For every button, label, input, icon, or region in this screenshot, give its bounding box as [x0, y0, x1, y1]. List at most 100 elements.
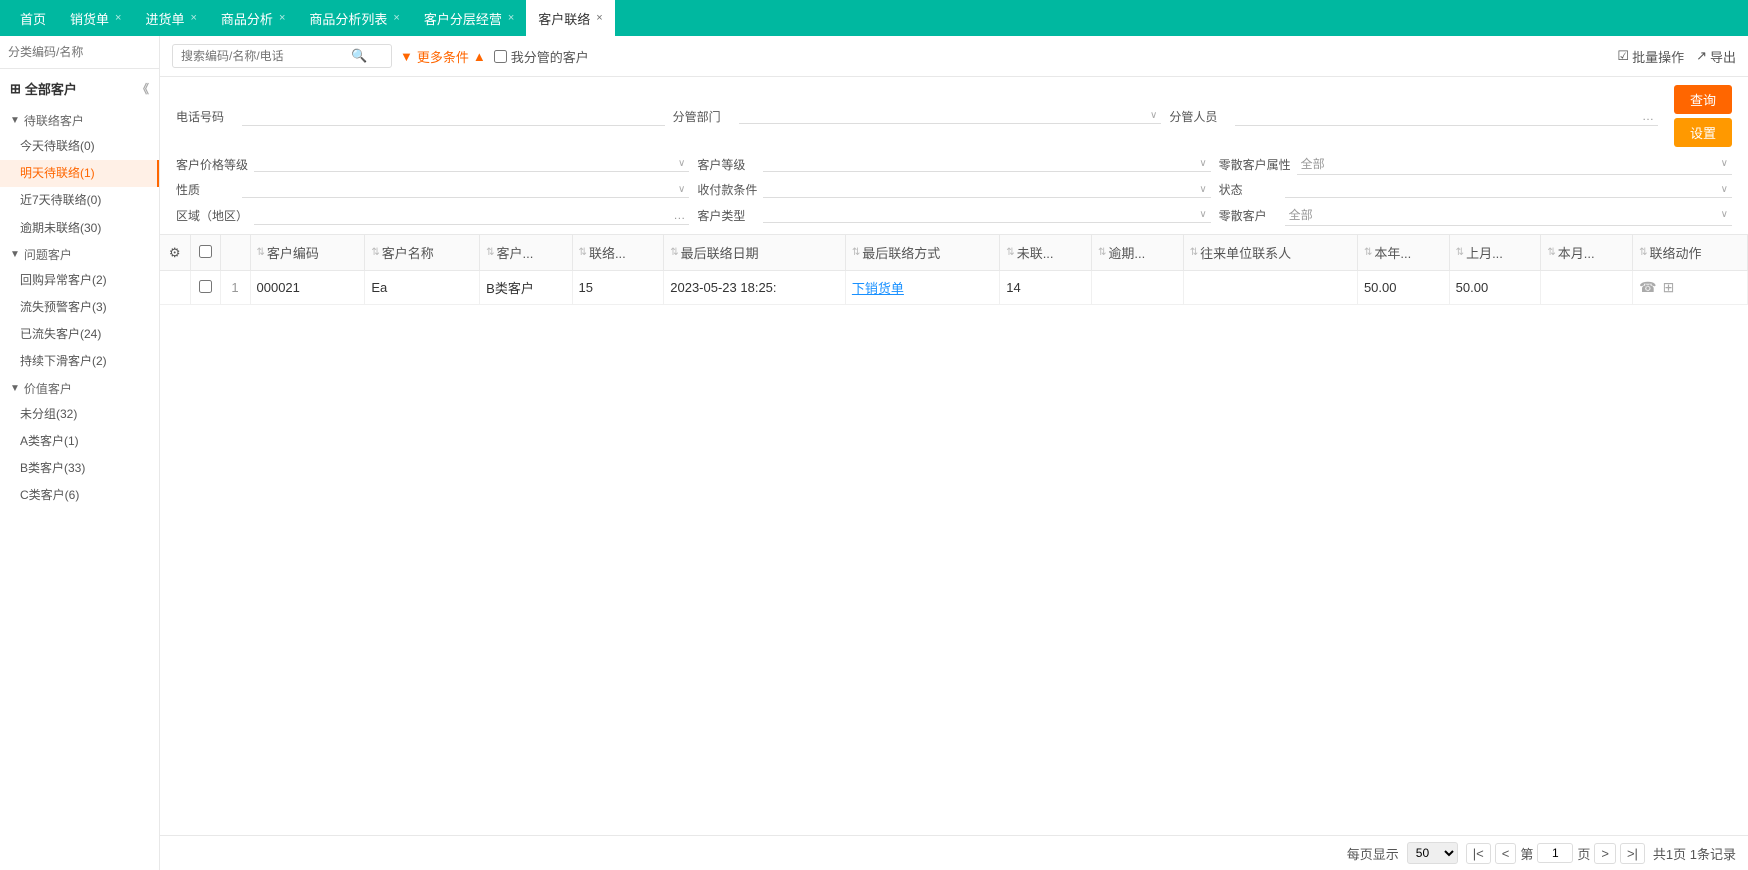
top-nav: 首页销货单×进货单×商品分析×商品分析列表×客户分层经营×客户联络× — [0, 0, 1748, 36]
page-suffix: 页 — [1577, 844, 1590, 863]
filter-select-客户类型[interactable]: ∨ — [763, 207, 1210, 223]
gear-icon[interactable]: ⚙ — [169, 245, 181, 260]
nav-item-进货单[interactable]: 进货单× — [133, 0, 208, 36]
chevron-down-icon: ∨ — [1199, 158, 1206, 169]
filter-cell-0-1: 分管部门∨ — [673, 108, 1162, 125]
nav-item-首页[interactable]: 首页 — [8, 0, 58, 36]
export-icon: ↗ — [1696, 48, 1707, 64]
row-gear-cell — [160, 271, 190, 305]
sort-icon: ⇅ — [579, 247, 587, 258]
my-customer-checkbox[interactable] — [494, 50, 507, 63]
total-label: 共1页 1条记录 — [1653, 844, 1736, 863]
sidebar-item-B类客户(33)[interactable]: B类客户(33) — [0, 455, 159, 482]
close-icon[interactable]: × — [393, 12, 399, 24]
sidebar-group-待联络客户[interactable]: ▼待联络客户 — [0, 108, 159, 133]
chevron-down-icon: ∨ — [1150, 110, 1157, 121]
sidebar-item-回购异常客户(2)[interactable]: 回购异常客户(2) — [0, 267, 159, 294]
filter-label-分管人员: 分管人员 — [1169, 108, 1229, 125]
page-input[interactable] — [1537, 843, 1573, 863]
export-btn[interactable]: ↗ 导出 — [1696, 47, 1736, 66]
filter-btn-label: 更多条件 — [417, 47, 469, 66]
sort-icon: ⇅ — [1456, 247, 1464, 258]
nav-item-销货单[interactable]: 销货单× — [58, 0, 133, 36]
filter-action-col: 查询设置 — [1674, 85, 1732, 147]
sidebar-item-今天待联络(0)[interactable]: 今天待联络(0) — [0, 133, 159, 160]
sidebar-item-A类客户(1)[interactable]: A类客户(1) — [0, 428, 159, 455]
cell-actions: ☎ ⊞ — [1639, 279, 1741, 296]
query-button[interactable]: 查询 — [1674, 85, 1732, 114]
nav-item-商品分析列表[interactable]: 商品分析列表× — [297, 0, 411, 36]
search-input[interactable] — [181, 49, 351, 63]
sort-icon: ⇅ — [1364, 247, 1372, 258]
pager-last-btn[interactable]: >| — [1620, 843, 1645, 864]
sidebar-item-近7天待联络(0)[interactable]: 近7天待联络(0) — [0, 187, 159, 214]
col-header-last_date: ⇅最后联络日期 — [664, 235, 846, 271]
filter-dots-区域（地区）[interactable]: … — [254, 206, 689, 225]
nav-item-客户联络[interactable]: 客户联络× — [526, 0, 614, 36]
col-header-last_month: ⇅上月... — [1449, 235, 1541, 271]
select-all-checkbox[interactable] — [199, 245, 212, 258]
sidebar-item-明天待联络(1)[interactable]: 明天待联络(1) — [0, 160, 159, 187]
filter-label-区域（地区）: 区域（地区） — [176, 207, 248, 224]
filter-select-分管部门[interactable]: ∨ — [739, 108, 1162, 124]
sidebar-item-未分组(32)[interactable]: 未分组(32) — [0, 401, 159, 428]
sidebar-all-customers[interactable]: ⊞ 全部客户 《 — [0, 73, 159, 104]
sort-icon: ⇅ — [1098, 247, 1106, 258]
filter-chevron: ▲ — [473, 49, 486, 64]
link-last_method[interactable]: 下销货单 — [852, 281, 904, 296]
close-icon[interactable]: × — [115, 12, 121, 24]
batch-action-label: 批量操作 — [1632, 47, 1684, 66]
close-icon[interactable]: × — [190, 12, 196, 24]
per-page-select[interactable]: 50 100 200 — [1407, 842, 1458, 864]
filter-label-零散客户: 零散客户 — [1219, 207, 1279, 224]
nav-item-商品分析[interactable]: 商品分析× — [209, 0, 297, 36]
row-last_method[interactable]: 下销货单 — [845, 271, 999, 305]
grid-action-icon[interactable]: ⊞ — [1663, 279, 1675, 296]
batch-action-btn[interactable]: ☑ 批量操作 — [1617, 47, 1684, 66]
close-icon[interactable]: × — [279, 12, 285, 24]
sort-icon: ⇅ — [1639, 247, 1647, 258]
filter-select-状态[interactable]: ∨ — [1285, 182, 1732, 198]
sidebar-group-价值客户[interactable]: ▼价值客户 — [0, 376, 159, 401]
customer-table: ⚙⇅客户编码⇅客户名称⇅客户...⇅联络...⇅最后联络日期⇅最后联络方式⇅未联… — [160, 235, 1748, 305]
filter-label-电话号码: 电话号码 — [176, 108, 236, 125]
sidebar-group-问题客户[interactable]: ▼问题客户 — [0, 242, 159, 267]
pager-first-btn[interactable]: |< — [1466, 843, 1491, 864]
filter-rows-container: 电话号码分管部门∨分管人员…查询设置客户价格等级∨客户等级∨零散客户属性全部∨性… — [176, 85, 1732, 226]
filter-select-零散客户[interactable]: 全部∨ — [1285, 204, 1732, 226]
filter-select-零散客户属性[interactable]: 全部∨ — [1297, 153, 1732, 175]
close-icon[interactable]: × — [508, 12, 514, 24]
chevron-down-icon: ∨ — [678, 184, 685, 195]
col-header-num — [220, 235, 250, 271]
phone-icon[interactable]: ☎ — [1639, 279, 1656, 296]
sidebar-item-逾期未联络(30)[interactable]: 逾期未联络(30) — [0, 215, 159, 242]
chevron-down-icon: ∨ — [1721, 158, 1728, 169]
pager-next-btn[interactable]: > — [1594, 843, 1616, 864]
filter-select-客户价格等级[interactable]: ∨ — [254, 156, 689, 172]
filter-more-btn[interactable]: ▼ 更多条件 ▲ — [400, 47, 486, 66]
reset-button[interactable]: 设置 — [1674, 118, 1732, 147]
sort-icon: ⇅ — [486, 247, 494, 258]
col-header-overdue: ⇅逾期... — [1092, 235, 1184, 271]
arrow-icon: ▼ — [10, 249, 20, 260]
pager-prev-btn[interactable]: < — [1495, 843, 1517, 864]
sidebar-item-流失预警客户(3)[interactable]: 流失预警客户(3) — [0, 294, 159, 321]
search-icon-main[interactable]: 🔍 — [351, 48, 367, 64]
filter-select-性质[interactable]: ∨ — [242, 182, 689, 198]
check-square-icon: ☑ — [1617, 48, 1629, 64]
filter-input-电话号码[interactable] — [242, 107, 665, 126]
sidebar-search-input[interactable] — [8, 45, 160, 59]
nav-item-客户分层经营[interactable]: 客户分层经营× — [412, 0, 526, 36]
row-checkbox-cell — [190, 271, 220, 305]
filter-label-性质: 性质 — [176, 181, 236, 198]
row-this_year: 50.00 — [1357, 271, 1449, 305]
close-icon[interactable]: × — [596, 12, 602, 24]
sidebar-item-C类客户(6)[interactable]: C类客户(6) — [0, 482, 159, 509]
filter-dots-分管人员[interactable]: … — [1235, 107, 1658, 126]
sidebar-item-持续下滑客户(2)[interactable]: 持续下滑客户(2) — [0, 348, 159, 375]
filter-select-收付款条件[interactable]: ∨ — [763, 182, 1210, 198]
filter-select-客户等级[interactable]: ∨ — [763, 156, 1210, 172]
sidebar-item-已流失客户(24)[interactable]: 已流失客户(24) — [0, 321, 159, 348]
row-checkbox[interactable] — [199, 280, 212, 293]
per-page-label: 每页显示 — [1347, 844, 1399, 863]
